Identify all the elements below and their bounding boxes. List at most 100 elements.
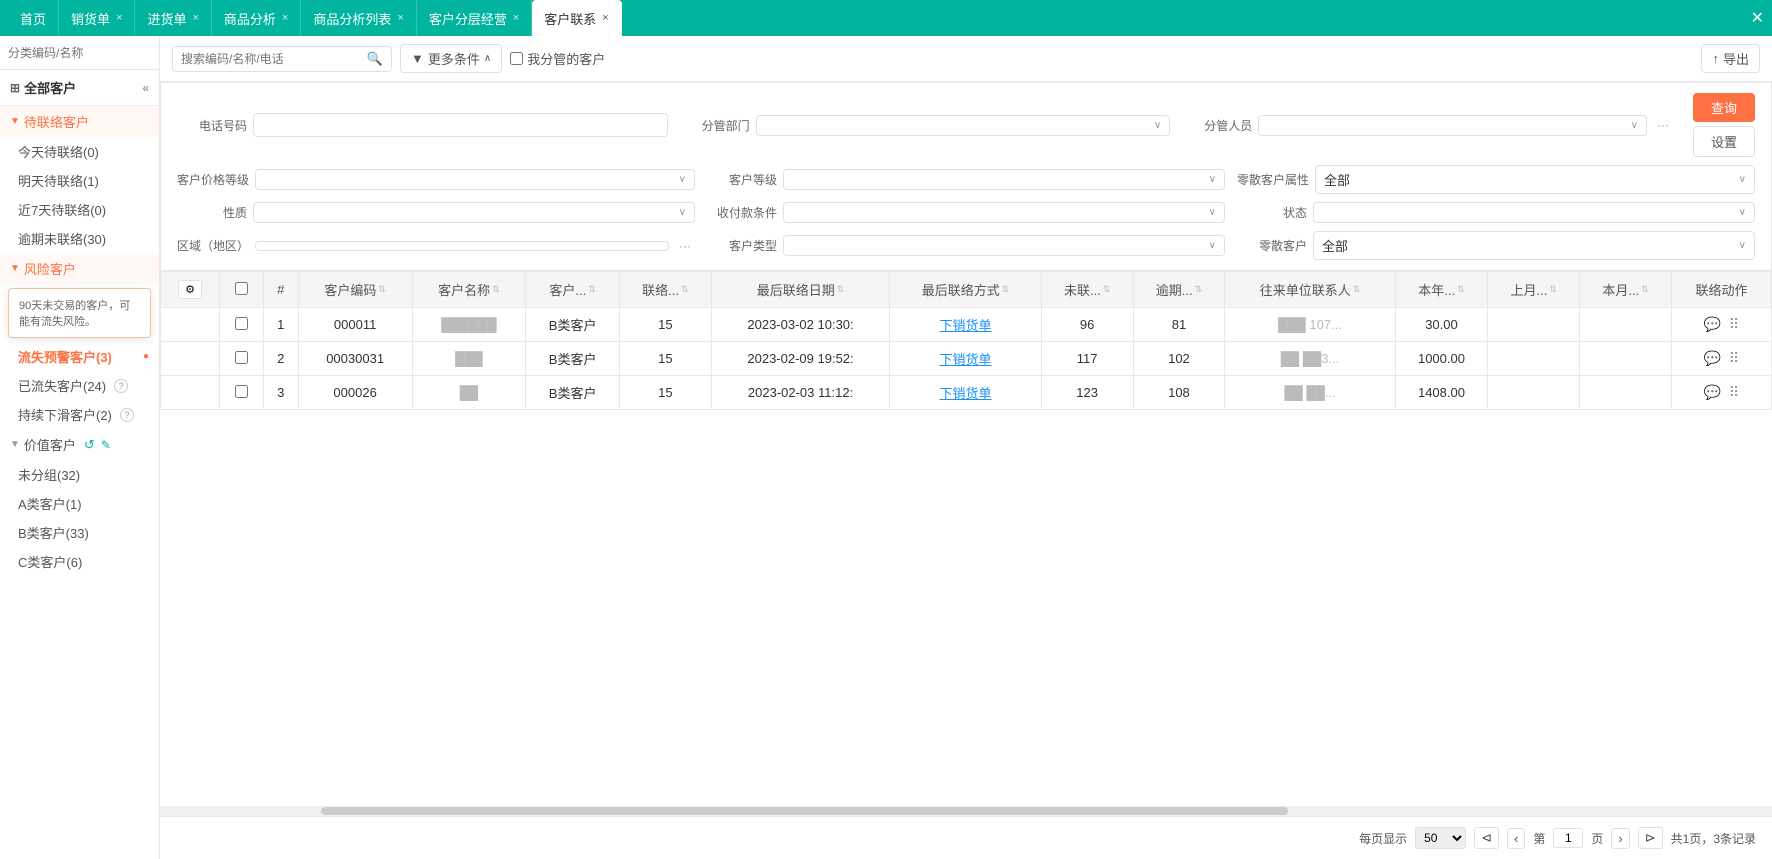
close-segment-tab-icon[interactable]: ×: [513, 12, 519, 24]
next-page-btn[interactable]: ›: [1611, 828, 1629, 849]
row-select-checkbox[interactable]: [235, 317, 248, 330]
action-chat-icon[interactable]: 💬: [1704, 350, 1721, 366]
dept-select[interactable]: ∨: [756, 115, 1171, 136]
row-action[interactable]: 💬 ⠿: [1671, 342, 1771, 376]
horizontal-scrollbar[interactable]: [160, 806, 1772, 816]
th-settings[interactable]: ⚙: [161, 272, 220, 308]
action-chat-icon[interactable]: 💬: [1704, 384, 1721, 400]
close-contact-tab-icon[interactable]: ×: [602, 12, 608, 24]
sidebar-group-pending[interactable]: ▼ 待联络客户: [0, 106, 159, 137]
tab-customer-contact[interactable]: 客户联系 ×: [532, 0, 621, 36]
sidebar-item-class-b[interactable]: B类客户(33): [0, 518, 159, 547]
contact-way-link[interactable]: 下销货单: [940, 386, 992, 401]
th-code[interactable]: 客户编码⇅: [298, 272, 412, 308]
sidebar-item-overdue[interactable]: 逾期未联络(30): [0, 224, 159, 253]
export-btn[interactable]: ↑ 导出: [1701, 44, 1760, 73]
row-action[interactable]: 💬 ⠿: [1671, 376, 1771, 410]
action-menu-icon[interactable]: ⠿: [1729, 384, 1739, 400]
th-last-date[interactable]: 最后联络日期⇅: [711, 272, 890, 308]
th-this-month[interactable]: 本月...⇅: [1580, 272, 1672, 308]
row-action[interactable]: 💬 ⠿: [1671, 308, 1771, 342]
first-page-btn[interactable]: ⊲: [1474, 827, 1499, 849]
tab-purchase[interactable]: 进货单 ×: [135, 0, 211, 36]
edit-value-icon[interactable]: ✎: [101, 438, 111, 452]
row-select-checkbox[interactable]: [235, 351, 248, 364]
my-customers-check[interactable]: 我分管的客户: [510, 49, 605, 68]
tab-analysis[interactable]: 商品分析 ×: [212, 0, 301, 36]
sidebar-item-today[interactable]: 今天待联络(0): [0, 137, 159, 166]
row-last-way[interactable]: 下销货单: [890, 342, 1041, 376]
payment-select[interactable]: ∨: [783, 202, 1225, 223]
th-name[interactable]: 客户名称⇅: [412, 272, 526, 308]
page-size-select[interactable]: 50 100 200: [1415, 827, 1466, 849]
sidebar-group-risk[interactable]: ▼ 风险客户: [0, 253, 159, 284]
sidebar-item-declining[interactable]: 持续下滑客户(2) ?: [0, 400, 159, 429]
region-more-icon[interactable]: ···: [675, 239, 695, 253]
scrollbar-thumb[interactable]: [321, 807, 1288, 815]
row-last-way[interactable]: 下销货单: [890, 376, 1041, 410]
sidebar-item-class-a[interactable]: A类客户(1): [0, 489, 159, 518]
tab-sales[interactable]: 销货单 ×: [59, 0, 135, 36]
sidebar-item-class-c[interactable]: C类客户(6): [0, 547, 159, 576]
th-checkbox[interactable]: [220, 272, 263, 308]
row-checkbox[interactable]: [220, 342, 263, 376]
select-all-checkbox[interactable]: [235, 282, 248, 295]
contact-way-link[interactable]: 下销货单: [940, 318, 992, 333]
th-not-contact[interactable]: 未联...⇅: [1041, 272, 1133, 308]
status-select[interactable]: ∨: [1313, 202, 1755, 223]
row-checkbox[interactable]: [220, 376, 263, 410]
row-last-way[interactable]: 下销货单: [890, 308, 1041, 342]
last-page-btn[interactable]: ⊳: [1638, 827, 1663, 849]
tab-customer-segment[interactable]: 客户分层经营 ×: [417, 0, 532, 36]
sidebar-group-value[interactable]: ▼ 价值客户 ↺ ✎: [0, 429, 159, 460]
sidebar-all-customers[interactable]: ⊞ 全部客户 «: [0, 70, 159, 106]
row-select-checkbox[interactable]: [235, 385, 248, 398]
action-chat-icon[interactable]: 💬: [1704, 316, 1721, 332]
action-menu-icon[interactable]: ⠿: [1729, 350, 1739, 366]
my-customers-checkbox[interactable]: [510, 52, 523, 65]
price-level-select[interactable]: ∨: [255, 169, 695, 190]
main-search-icon[interactable]: 🔍: [367, 51, 383, 67]
close-sales-tab-icon[interactable]: ×: [116, 12, 122, 24]
customer-type-select[interactable]: ∨: [783, 235, 1225, 256]
region-select[interactable]: [255, 241, 669, 251]
sidebar-item-7days[interactable]: 近7天待联络(0): [0, 195, 159, 224]
close-analysis-list-tab-icon[interactable]: ×: [397, 12, 403, 24]
zero-customer-select[interactable]: 全部 ∨: [1313, 231, 1755, 260]
th-this-year[interactable]: 本年...⇅: [1395, 272, 1488, 308]
query-btn[interactable]: 查询: [1693, 93, 1755, 122]
th-last-way[interactable]: 最后联络方式⇅: [890, 272, 1041, 308]
refresh-icon[interactable]: ↺: [84, 437, 95, 453]
tab-analysis-list[interactable]: 商品分析列表 ×: [301, 0, 416, 36]
prev-page-btn[interactable]: ‹: [1507, 828, 1525, 849]
customer-level-select[interactable]: ∨: [783, 169, 1225, 190]
close-all-icon[interactable]: ✕: [1751, 8, 1764, 28]
settings-btn[interactable]: 设置: [1693, 126, 1755, 157]
th-overdue[interactable]: 逾期...⇅: [1133, 272, 1225, 308]
th-unit-contact[interactable]: 往来单位联系人⇅: [1225, 272, 1395, 308]
contact-way-link[interactable]: 下销货单: [940, 352, 992, 367]
gear-btn[interactable]: ⚙: [178, 280, 202, 299]
main-search-input[interactable]: [181, 52, 363, 66]
row-checkbox[interactable]: [220, 308, 263, 342]
close-purchase-tab-icon[interactable]: ×: [192, 12, 198, 24]
filter-more-btn[interactable]: ▼ 更多条件 ∧: [400, 44, 502, 73]
th-contact[interactable]: 联络...⇅: [619, 272, 711, 308]
phone-input[interactable]: [253, 113, 668, 137]
close-analysis-tab-icon[interactable]: ×: [282, 12, 288, 24]
action-menu-icon[interactable]: ⠿: [1729, 316, 1739, 332]
th-type[interactable]: 客户...⇅: [526, 272, 620, 308]
sidebar-item-ungrouped[interactable]: 未分组(32): [0, 460, 159, 489]
person-more-icon[interactable]: ···: [1653, 118, 1673, 132]
sidebar-item-churn-warning[interactable]: 流失预警客户(3) ●: [0, 342, 159, 371]
sidebar-collapse-icon[interactable]: «: [142, 81, 149, 95]
nature-select[interactable]: ∨: [253, 202, 695, 223]
sidebar-item-churned[interactable]: 已流失客户(24) ?: [0, 371, 159, 400]
page-input[interactable]: [1553, 828, 1583, 848]
sidebar-item-tomorrow[interactable]: 明天待联络(1): [0, 166, 159, 195]
sidebar-search-input[interactable]: [8, 46, 160, 60]
th-last-month[interactable]: 上月...⇅: [1488, 272, 1580, 308]
tab-home[interactable]: 首页: [8, 0, 59, 36]
zero-attr-select[interactable]: 全部 ∨: [1315, 165, 1755, 194]
person-select[interactable]: ∨: [1258, 115, 1647, 136]
